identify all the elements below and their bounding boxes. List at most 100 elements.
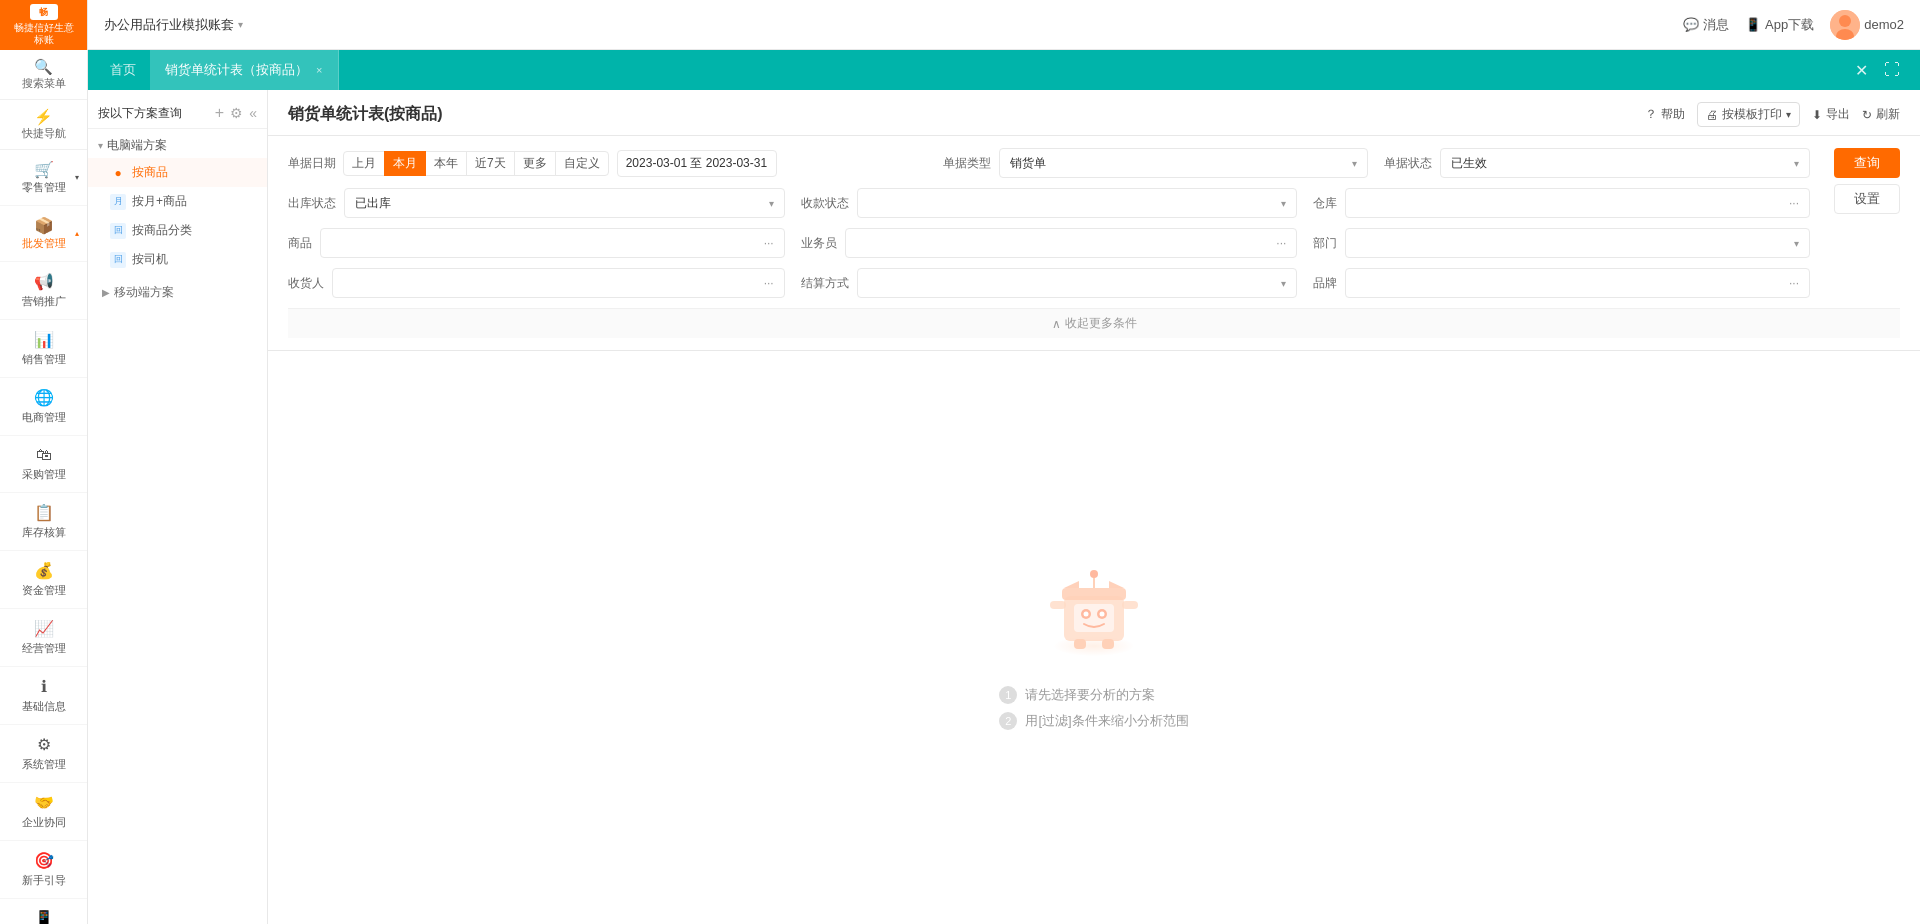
window-maximize-button[interactable]: ⛶ [1880, 57, 1904, 83]
help-label: 帮助 [1661, 106, 1685, 123]
window-close-button[interactable]: ✕ [1851, 57, 1872, 84]
tab-close-button[interactable]: × [314, 64, 324, 76]
sidebar-item-inventory[interactable]: 📋 库存核算 [0, 493, 87, 551]
mobile-group-title[interactable]: ▶ 移动端方案 [88, 278, 267, 307]
sidebar-item-finance[interactable]: 💰 资金管理 [0, 551, 87, 609]
filter-brand: 品牌 ··· [1313, 268, 1810, 298]
sidebar-item-app-center[interactable]: 📱 应用中心 [0, 899, 87, 924]
scheme-item-by-month-product[interactable]: 月 按月+商品 [88, 187, 267, 216]
add-scheme-button[interactable]: + [215, 104, 224, 122]
recipient-more-icon: ··· [764, 276, 774, 290]
filter-warehouse: 仓库 ··· [1313, 188, 1810, 218]
content-area: 按以下方案查询 + ⚙ « ▾ 电脑端方案 ● 按商品 月 按月 [88, 90, 1920, 924]
tab-home[interactable]: 首页 [96, 50, 151, 90]
export-label: 导出 [1826, 106, 1850, 123]
doc-status-label: 单据状态 [1384, 155, 1432, 172]
date-range-input[interactable]: 2023-03-01 至 2023-03-31 [617, 150, 777, 177]
refresh-label: 刷新 [1876, 106, 1900, 123]
out-status-chevron-icon: ▾ [769, 198, 774, 209]
sidebar-item-sales[interactable]: 📊 销售管理 [0, 320, 87, 378]
warehouse-select[interactable]: ··· [1345, 188, 1810, 218]
retail-expand-icon: ▾ [75, 173, 79, 182]
scheme-item-by-product[interactable]: ● 按商品 [88, 158, 267, 187]
message-button[interactable]: 💬 消息 [1683, 16, 1729, 34]
date-tab-last7days[interactable]: 近7天 [466, 151, 515, 176]
sidebar-item-operations[interactable]: 📈 经营管理 [0, 609, 87, 667]
main-area: 办公用品行业模拟账套 ▾ 💬 消息 📱 App下载 [88, 0, 1920, 924]
left-panel-header: 按以下方案查询 + ⚙ « [88, 98, 267, 129]
user-avatar-area[interactable]: demo2 [1830, 10, 1904, 40]
salesperson-label: 业务员 [801, 235, 837, 252]
sidebar-item-wholesale[interactable]: 📦 批发管理 ▴ [0, 206, 87, 262]
message-label: 消息 [1703, 16, 1729, 34]
app-download-label: App下载 [1765, 16, 1814, 34]
salesperson-select[interactable]: ··· [845, 228, 1298, 258]
sidebar-item-marketing[interactable]: 📢 营销推广 [0, 262, 87, 320]
tab-bar-actions: ✕ ⛶ [1843, 50, 1912, 90]
date-tab-last-month[interactable]: 上月 [343, 151, 385, 176]
sidebar: 畅 畅捷信好生意标账 🔍 搜索菜单 ⚡ 快捷导航 🛒 零售管理 ▾ 📦 批发管理… [0, 0, 88, 924]
help-button[interactable]: ？ 帮助 [1645, 106, 1685, 123]
scheme-panel-title: 按以下方案查询 [98, 105, 182, 122]
date-tab-custom[interactable]: 自定义 [555, 151, 609, 176]
date-filter: 单据日期 上月 本月 本年 近7天 更多 自定义 2023-03-01 至 20… [288, 150, 927, 177]
app-download-icon: 📱 [1745, 17, 1761, 32]
export-icon: ⬇ [1812, 108, 1822, 122]
doc-type-select[interactable]: 销货单 ▾ [999, 148, 1369, 178]
top-header-right: 💬 消息 📱 App下载 demo2 [1683, 10, 1904, 40]
tab-sales-stat[interactable]: 销货单统计表（按商品） × [151, 50, 339, 90]
svg-rect-16 [1102, 639, 1114, 649]
page-header: 销货单统计表(按商品) ？ 帮助 🖨 按模板打印 ▾ ⬇ [268, 90, 1920, 136]
app-logo: 畅 畅捷信好生意标账 [0, 0, 87, 50]
sidebar-item-system[interactable]: ⚙ 系统管理 [0, 725, 87, 783]
sidebar-item-retail[interactable]: 🛒 零售管理 ▾ [0, 150, 87, 206]
mobile-group-expand-icon: ▶ [102, 287, 110, 298]
sidebar-item-ecommerce[interactable]: 🌐 电商管理 [0, 378, 87, 436]
empty-step-1: 1 请先选择要分析的方案 [999, 686, 1188, 704]
svg-rect-5 [1062, 588, 1126, 600]
settings-scheme-button[interactable]: ⚙ [230, 105, 243, 121]
filter-out-status: 出库状态 已出库 ▾ [288, 188, 785, 218]
salesperson-more-icon: ··· [1276, 236, 1286, 250]
department-select[interactable]: ▾ [1345, 228, 1810, 258]
collapse-panel-button[interactable]: « [249, 105, 257, 121]
collapse-filters-button[interactable]: ∧ 收起更多条件 [288, 308, 1900, 338]
brand-select[interactable]: ··· [1345, 268, 1810, 298]
sidebar-item-search[interactable]: 🔍 搜索菜单 [0, 50, 87, 100]
date-tab-more[interactable]: 更多 [514, 151, 556, 176]
settlement-select[interactable]: ▾ [857, 268, 1298, 298]
date-tab-this-year[interactable]: 本年 [425, 151, 467, 176]
doc-status-value: 已生效 [1451, 155, 1487, 172]
top-header: 办公用品行业模拟账套 ▾ 💬 消息 📱 App下载 [88, 0, 1920, 50]
brand-label: 品牌 [1313, 275, 1337, 292]
date-tab-this-month[interactable]: 本月 [384, 151, 426, 176]
out-status-select[interactable]: 已出库 ▾ [344, 188, 785, 218]
sidebar-item-quick-nav[interactable]: ⚡ 快捷导航 [0, 100, 87, 150]
scheme-item-by-category[interactable]: 回 按商品分类 [88, 216, 267, 245]
action-column: 查询 设置 [1834, 148, 1900, 214]
sidebar-item-cooperation[interactable]: 🤝 企业协同 [0, 783, 87, 841]
top-header-left: 办公用品行业模拟账套 ▾ [104, 16, 243, 34]
step-1-number: 1 [999, 686, 1017, 704]
refresh-button[interactable]: ↻ 刷新 [1862, 106, 1900, 123]
recipient-select[interactable]: ··· [332, 268, 785, 298]
receipt-status-select[interactable]: ▾ [857, 188, 1298, 218]
industry-selector[interactable]: 办公用品行业模拟账套 ▾ [104, 16, 243, 34]
export-button[interactable]: ⬇ 导出 [1812, 106, 1850, 123]
sidebar-item-purchase[interactable]: 🛍 采购管理 [0, 436, 87, 493]
print-button[interactable]: 🖨 按模板打印 ▾ [1697, 102, 1800, 127]
settings-button[interactable]: 设置 [1834, 184, 1900, 214]
app-download-button[interactable]: 📱 App下载 [1745, 16, 1814, 34]
desktop-group-title[interactable]: ▾ 电脑端方案 [88, 133, 267, 158]
query-button[interactable]: 查询 [1834, 148, 1900, 178]
scheme-item-by-driver[interactable]: 回 按司机 [88, 245, 267, 274]
scheme-by-month-product-label: 按月+商品 [132, 193, 187, 210]
doc-status-select[interactable]: 已生效 ▾ [1440, 148, 1810, 178]
filter-area: 单据日期 上月 本月 本年 近7天 更多 自定义 2023-03-01 至 20… [268, 136, 1920, 351]
product-select[interactable]: ··· [320, 228, 785, 258]
user-name: demo2 [1864, 17, 1904, 32]
tab-bar: 首页 销货单统计表（按商品） × ✕ ⛶ [88, 50, 1920, 90]
sidebar-item-basic-info[interactable]: ℹ 基础信息 [0, 667, 87, 725]
sidebar-item-onboarding[interactable]: 🎯 新手引导 [0, 841, 87, 899]
scheme-by-category-icon: 回 [110, 223, 126, 239]
